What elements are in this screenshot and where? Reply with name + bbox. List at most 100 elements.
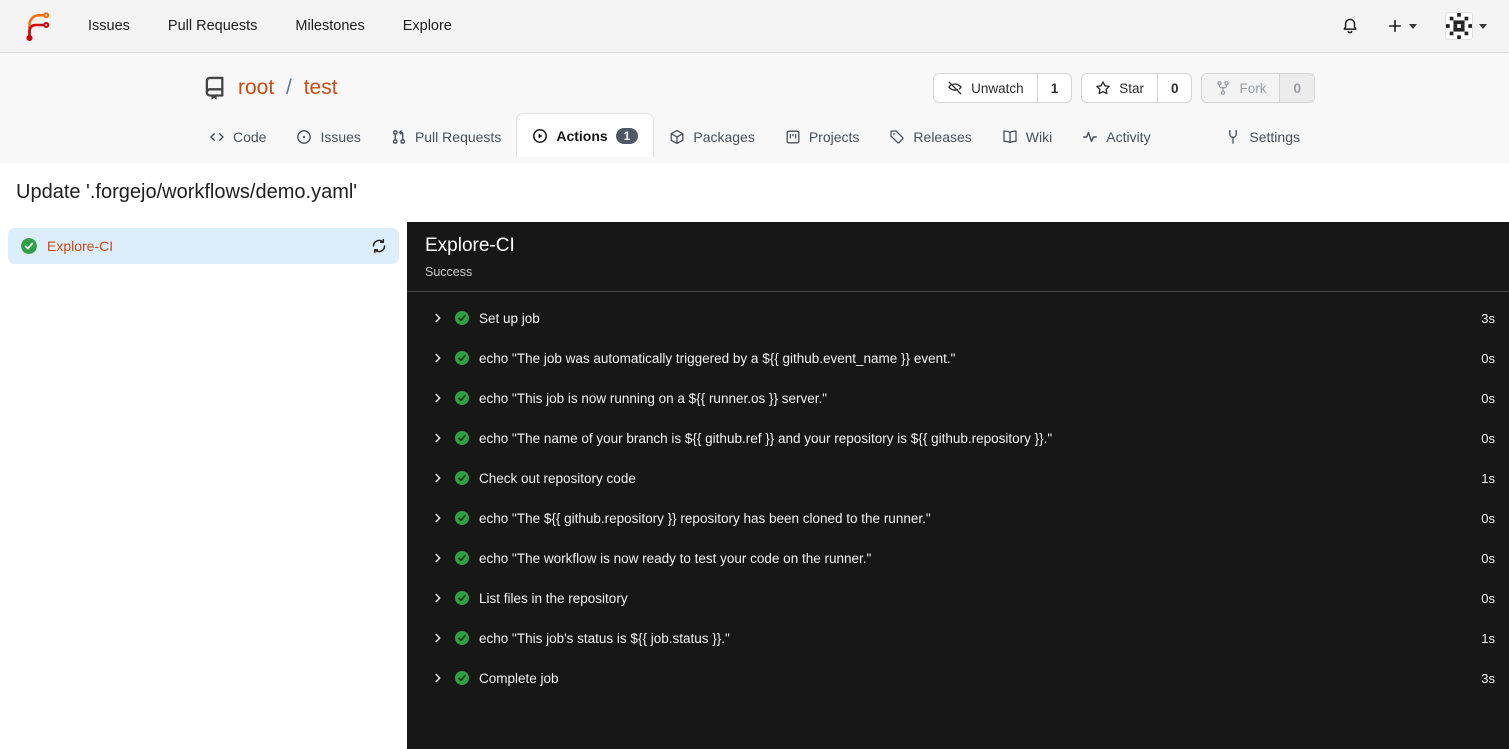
step-row-3[interactable]: echo "This job is now running on a ${{ r… [407,378,1509,418]
rerun-job-icon[interactable] [371,238,387,254]
step-success-check-icon [455,391,469,405]
job-item-explore-ci[interactable]: Explore-CI [8,228,399,264]
job-log-panel: Explore-CI Success Set up job 3s echo "T… [407,222,1509,749]
nav-link-issues[interactable]: Issues [88,18,130,34]
forgejo-logo-icon[interactable] [22,11,52,41]
chevron-down-icon [1479,23,1487,29]
step-duration: 0s [1481,510,1495,526]
step-duration: 3s [1481,310,1495,326]
tab-settings-label: Settings [1249,129,1300,145]
tab-actions-label: Actions [556,127,608,144]
step-duration: 1s [1481,470,1495,486]
step-row-7[interactable]: echo "The workflow is now ready to test … [407,538,1509,578]
navbar-links: Issues Pull Requests Milestones Explore [88,18,452,34]
tab-wiki[interactable]: Wiki [987,117,1067,157]
tab-pull-requests[interactable]: Pull Requests [376,117,516,157]
watchers-count[interactable]: 1 [1036,74,1072,102]
step-row-8[interactable]: List files in the repository 0s [407,578,1509,618]
step-success-check-icon [455,471,469,485]
step-duration: 0s [1481,350,1495,366]
step-row-2[interactable]: echo "The job was automatically triggere… [407,338,1509,378]
step-success-check-icon [455,311,469,325]
navbar-right [1341,12,1487,40]
tab-code[interactable]: Code [194,117,281,157]
step-row-10[interactable]: Complete job 3s [407,658,1509,698]
step-success-check-icon [455,431,469,445]
unwatch-button-group: Unwatch 1 [933,73,1073,103]
step-name: echo "This job is now running on a ${{ r… [479,390,828,406]
step-name: echo "The job was automatically triggere… [479,350,956,366]
tab-issues[interactable]: Issues [281,117,375,157]
fork-button[interactable]: Fork [1202,74,1279,102]
job-status-text: Success [425,265,473,279]
repo-name-link[interactable]: test [304,76,338,99]
notifications-bell-icon[interactable] [1341,17,1359,35]
job-title: Explore-CI [425,235,515,256]
forks-count[interactable]: 0 [1279,74,1314,102]
tab-releases-label: Releases [913,129,972,145]
repo-separator: / [286,76,292,99]
chevron-right-icon[interactable] [431,631,445,645]
step-duration: 0s [1481,590,1495,606]
step-duration: 0s [1481,550,1495,566]
create-new-button[interactable] [1387,18,1417,34]
tab-actions[interactable]: Actions 1 [516,113,655,157]
chevron-right-icon[interactable] [431,391,445,405]
tab-projects[interactable]: Projects [770,117,875,157]
star-button[interactable]: Star [1082,74,1157,102]
step-name: List files in the repository [479,590,628,606]
stars-count[interactable]: 0 [1156,74,1192,102]
fork-label: Fork [1239,80,1267,96]
step-row-1[interactable]: Set up job 3s [407,298,1509,338]
step-duration: 3s [1481,670,1495,686]
step-name: echo "The name of your branch is ${{ git… [479,430,1053,446]
step-name: Complete job [479,670,559,686]
job-name: Explore-CI [47,238,114,254]
tab-releases[interactable]: Releases [874,117,986,157]
step-row-9[interactable]: echo "This job's status is ${{ job.statu… [407,618,1509,658]
step-duration: 0s [1481,390,1495,406]
step-name: echo "The workflow is now ready to test … [479,550,872,566]
chevron-down-icon [1409,23,1417,29]
unwatch-button[interactable]: Unwatch [934,74,1037,102]
step-success-check-icon [455,511,469,525]
chevron-right-icon[interactable] [431,351,445,365]
chevron-right-icon[interactable] [431,511,445,525]
chevron-right-icon[interactable] [431,471,445,485]
step-success-check-icon [455,551,469,565]
repo-header: root / test Unwatch 1 Star 0 Fork 0 Code… [0,53,1509,163]
chevron-right-icon[interactable] [431,431,445,445]
top-navbar: Issues Pull Requests Milestones Explore [0,0,1509,53]
fork-button-group: Fork 0 [1201,73,1315,103]
nav-link-milestones[interactable]: Milestones [295,18,364,34]
step-name: echo "The ${{ github.repository }} repos… [479,510,931,526]
job-steps-list: Set up job 3s echo "The job was automati… [407,292,1509,698]
nav-link-explore[interactable]: Explore [403,18,452,34]
chevron-right-icon[interactable] [431,591,445,605]
user-avatar-menu[interactable] [1445,12,1487,40]
repo-owner-link[interactable]: root [238,76,274,99]
step-row-5[interactable]: Check out repository code 1s [407,458,1509,498]
step-row-6[interactable]: echo "The ${{ github.repository }} repos… [407,498,1509,538]
tab-issues-label: Issues [320,129,361,145]
star-button-group: Star 0 [1081,73,1193,103]
tab-wiki-label: Wiki [1025,129,1053,145]
step-name: Set up job [479,310,540,326]
repo-tabs: Code Issues Pull Requests Actions 1 Pack… [194,113,1315,157]
tab-settings[interactable]: Settings [1210,117,1315,157]
workflow-run-view: Explore-CI Explore-CI Success Set up job… [0,222,1509,749]
chevron-right-icon[interactable] [431,311,445,325]
nav-link-pull-requests[interactable]: Pull Requests [168,18,257,34]
step-row-4[interactable]: echo "The name of your branch is ${{ git… [407,418,1509,458]
repo-title-row: root / test Unwatch 1 Star 0 Fork 0 [194,53,1315,113]
chevron-right-icon[interactable] [431,551,445,565]
tab-packages[interactable]: Packages [654,117,769,157]
step-name: echo "This job's status is ${{ job.statu… [479,630,730,646]
unwatch-label: Unwatch [971,80,1024,96]
chevron-right-icon[interactable] [431,671,445,685]
job-success-check-icon [21,238,37,254]
step-duration: 1s [1481,630,1495,646]
repo-action-buttons: Unwatch 1 Star 0 Fork 0 [933,73,1315,103]
tab-activity-label: Activity [1106,129,1151,145]
tab-activity[interactable]: Activity [1067,117,1165,157]
